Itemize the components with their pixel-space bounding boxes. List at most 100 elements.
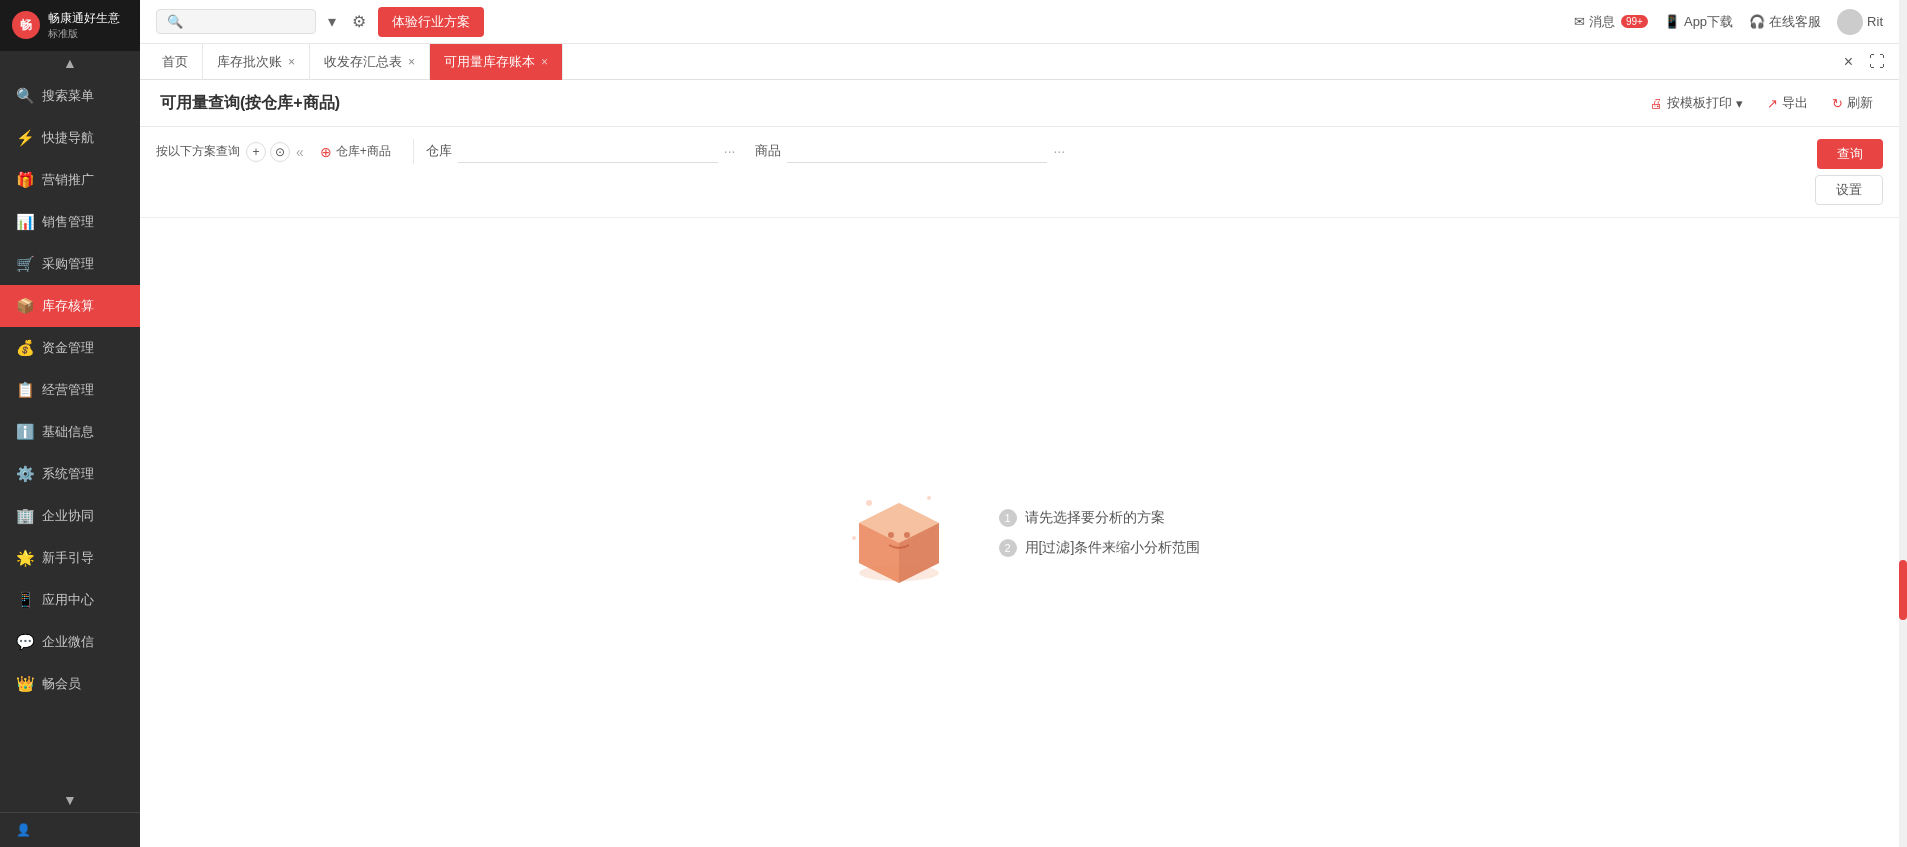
- member-icon: 👑: [16, 675, 34, 693]
- message-icon: ✉: [1574, 14, 1585, 29]
- messages-button[interactable]: ✉ 消息 99+: [1574, 13, 1648, 31]
- main-area: 🔍 ▾ ⚙ 体验行业方案 ✉ 消息 99+ 📱 App下载 🎧 在线客服: [140, 0, 1899, 847]
- warehouse-more-icon[interactable]: ···: [724, 143, 736, 159]
- scheme-item-warehouse-product[interactable]: ⊕ 仓库+商品: [312, 139, 399, 164]
- print-template-button[interactable]: 🖨 按模板打印 ▾: [1644, 90, 1749, 116]
- tab-collect-summary[interactable]: 收发存汇总表 ×: [310, 44, 430, 80]
- step-1-text: 请先选择要分析的方案: [1025, 509, 1165, 527]
- purchase-icon: 🛒: [16, 255, 34, 273]
- sidebar-item-system[interactable]: ⚙️ 系统管理: [0, 453, 140, 495]
- export-label: 导出: [1782, 94, 1808, 112]
- phone-icon: 📱: [1664, 14, 1680, 29]
- sidebar-scroll-down[interactable]: ▼: [0, 788, 140, 812]
- add-scheme-button[interactable]: +: [246, 142, 266, 162]
- sidebar-item-marketing[interactable]: 🎁 营销推广: [0, 159, 140, 201]
- sidebar-item-label: 销售管理: [42, 213, 94, 231]
- user-name: Rit: [1867, 14, 1883, 29]
- sidebar-item-sales[interactable]: 📊 销售管理: [0, 201, 140, 243]
- export-button[interactable]: ↗ 导出: [1761, 90, 1814, 116]
- app-download-label: App下载: [1684, 13, 1733, 31]
- sidebar-item-wechat[interactable]: 💬 企业微信: [0, 621, 140, 663]
- page-title: 可用量查询(按仓库+商品): [160, 93, 340, 114]
- top-bar-right: ✉ 消息 99+ 📱 App下载 🎧 在线客服 Rit: [1574, 9, 1883, 35]
- warehouse-label: 仓库: [426, 142, 452, 160]
- tab-batch-ledger-close[interactable]: ×: [288, 56, 295, 68]
- right-scrollbar-thumb[interactable]: [1899, 560, 1907, 620]
- tab-home[interactable]: 首页: [148, 44, 203, 80]
- operations-icon: 📋: [16, 381, 34, 399]
- industry-solution-button[interactable]: 体验行业方案: [378, 7, 484, 37]
- online-service-button[interactable]: 🎧 在线客服: [1749, 13, 1821, 31]
- app-download-button[interactable]: 📱 App下载: [1664, 13, 1733, 31]
- svg-point-8: [927, 496, 931, 500]
- top-bar: 🔍 ▾ ⚙ 体验行业方案 ✉ 消息 99+ 📱 App下载 🎧 在线客服: [140, 0, 1899, 44]
- tab-available-ledger[interactable]: 可用量库存账本 ×: [430, 44, 563, 80]
- sidebar-item-finance[interactable]: 💰 资金管理: [0, 327, 140, 369]
- settings-scheme-button[interactable]: ⊙: [270, 142, 290, 162]
- refresh-label: 刷新: [1847, 94, 1873, 112]
- product-more-icon[interactable]: ···: [1053, 143, 1065, 159]
- sidebar-item-enterprise[interactable]: 🏢 企业协同: [0, 495, 140, 537]
- newbie-icon: 🌟: [16, 549, 34, 567]
- sidebar-item-purchase[interactable]: 🛒 采购管理: [0, 243, 140, 285]
- wechat-icon: 💬: [16, 633, 34, 651]
- topbar-gear-button[interactable]: ⚙: [348, 8, 370, 35]
- sidebar-item-app-center[interactable]: 📱 应用中心: [0, 579, 140, 621]
- refresh-icon: ↻: [1832, 96, 1843, 111]
- warehouse-input[interactable]: [458, 139, 718, 163]
- topbar-settings-button[interactable]: ▾: [324, 8, 340, 35]
- sidebar-item-newbie[interactable]: 🌟 新手引导: [0, 537, 140, 579]
- filter-scheme: 按以下方案查询 + ⊙ « ⊕ 仓库+商品: [156, 139, 414, 164]
- search-box[interactable]: 🔍: [156, 9, 316, 34]
- maximize-button[interactable]: ⛶: [1863, 49, 1891, 75]
- page-header-actions: 🖨 按模板打印 ▾ ↗ 导出 ↻ 刷新: [1644, 90, 1879, 116]
- sidebar-footer[interactable]: 👤: [0, 812, 140, 847]
- right-scrollbar[interactable]: [1899, 0, 1907, 847]
- sidebar-item-label: 搜索菜单: [42, 87, 94, 105]
- top-bar-left: 🔍 ▾ ⚙ 体验行业方案: [156, 7, 1562, 37]
- refresh-button[interactable]: ↻ 刷新: [1826, 90, 1879, 116]
- gift-icon: 🎁: [16, 171, 34, 189]
- step-1-number: 1: [999, 509, 1017, 527]
- product-input[interactable]: [787, 139, 1047, 163]
- print-dropdown-icon: ▾: [1736, 96, 1743, 111]
- empty-illustration: [839, 473, 959, 593]
- sidebar-header: 畅 畅康通好生意 标准版: [0, 0, 140, 51]
- tab-batch-ledger[interactable]: 库存批次账 ×: [203, 44, 310, 80]
- sidebar-item-label: 采购管理: [42, 255, 94, 273]
- tab-collect-summary-close[interactable]: ×: [408, 56, 415, 68]
- sidebar-item-search[interactable]: 🔍 搜索菜单: [0, 75, 140, 117]
- sidebar-item-member[interactable]: 👑 畅会员: [0, 663, 140, 705]
- sidebar-scroll-up[interactable]: ▲: [0, 51, 140, 75]
- search-input[interactable]: [189, 15, 305, 29]
- tab-available-ledger-label: 可用量库存账本: [444, 53, 535, 71]
- step-2-text: 用[过滤]条件来缩小分析范围: [1025, 539, 1201, 557]
- filter-scheme-title: 按以下方案查询: [156, 143, 240, 160]
- sidebar-item-label: 应用中心: [42, 591, 94, 609]
- enterprise-icon: 🏢: [16, 507, 34, 525]
- messages-label: 消息: [1589, 13, 1615, 31]
- filter-field-product: 商品 ···: [755, 139, 1065, 163]
- sidebar-item-quick-nav[interactable]: ⚡ 快捷导航: [0, 117, 140, 159]
- sidebar-item-label: 新手引导: [42, 549, 94, 567]
- filter-scheme-actions: + ⊙ «: [246, 142, 306, 162]
- sidebar-item-inventory[interactable]: 📦 库存核算: [0, 285, 140, 327]
- sidebar-item-label: 营销推广: [42, 171, 94, 189]
- system-icon: ⚙️: [16, 465, 34, 483]
- user-icon: 👤: [16, 823, 31, 837]
- svg-point-7: [866, 500, 872, 506]
- query-button[interactable]: 查询: [1817, 139, 1883, 169]
- tab-available-ledger-close[interactable]: ×: [541, 56, 548, 68]
- sidebar-item-label: 经营管理: [42, 381, 94, 399]
- sidebar: 畅 畅康通好生意 标准版 ▲ 🔍 搜索菜单 ⚡ 快捷导航 🎁 营销推广 📊 销售…: [0, 0, 140, 847]
- sidebar-item-basic-info[interactable]: ℹ️ 基础信息: [0, 411, 140, 453]
- finance-icon: 💰: [16, 339, 34, 357]
- user-profile[interactable]: Rit: [1837, 9, 1883, 35]
- empty-step-2: 2 用[过滤]条件来缩小分析范围: [999, 539, 1201, 557]
- window-close-button[interactable]: ×: [1838, 49, 1859, 75]
- sidebar-item-operations[interactable]: 📋 经营管理: [0, 369, 140, 411]
- filter-settings-button[interactable]: 设置: [1815, 175, 1883, 205]
- page-header: 可用量查询(按仓库+商品) 🖨 按模板打印 ▾ ↗ 导出 ↻ 刷新: [140, 80, 1899, 127]
- collapse-scheme-button[interactable]: «: [294, 142, 306, 162]
- empty-state: 1 请先选择要分析的方案 2 用[过滤]条件来缩小分析范围: [140, 218, 1899, 847]
